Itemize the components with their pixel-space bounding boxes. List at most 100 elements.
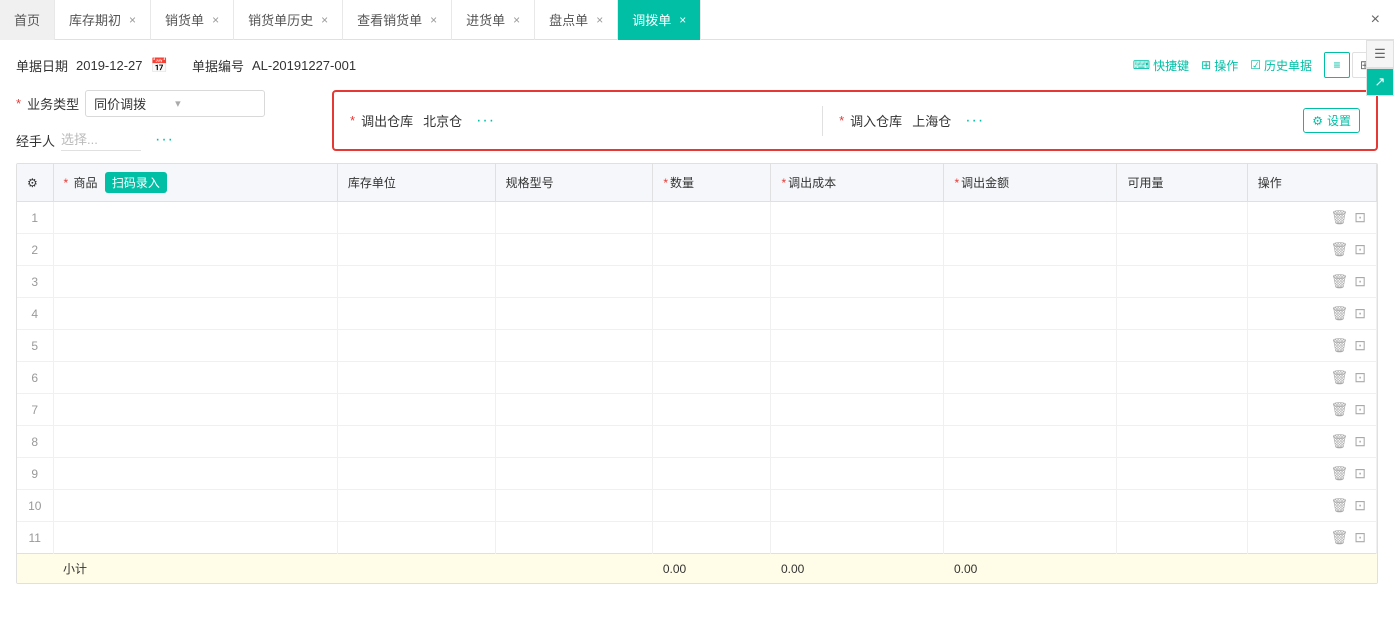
row-available[interactable] (1117, 394, 1247, 426)
copy-icon[interactable]: ⊡ (1354, 433, 1366, 450)
copy-icon[interactable]: ⊡ (1354, 369, 1366, 386)
copy-icon[interactable]: ⊡ (1354, 305, 1366, 322)
sidebar-export-icon[interactable]: ↗ (1366, 68, 1394, 96)
shortcut-btn[interactable]: ⌨ 快捷键 (1133, 57, 1189, 74)
row-product[interactable] (53, 330, 337, 362)
row-unit[interactable] (337, 490, 495, 522)
row-unit[interactable] (337, 458, 495, 490)
row-available[interactable] (1117, 490, 1247, 522)
row-unit[interactable] (337, 522, 495, 554)
row-qty[interactable] (653, 362, 771, 394)
tab-home[interactable]: 首页 (0, 0, 55, 40)
row-qty[interactable] (653, 394, 771, 426)
row-spec[interactable] (495, 490, 653, 522)
row-amount[interactable] (944, 522, 1117, 554)
row-product[interactable] (53, 266, 337, 298)
row-cost[interactable] (771, 234, 944, 266)
row-product[interactable] (53, 522, 337, 554)
row-unit[interactable] (337, 298, 495, 330)
in-warehouse-more-btn[interactable]: ··· (965, 112, 984, 130)
row-amount[interactable] (944, 362, 1117, 394)
row-qty[interactable] (653, 426, 771, 458)
row-cost[interactable] (771, 362, 944, 394)
copy-icon[interactable]: ⊡ (1354, 497, 1366, 514)
row-amount[interactable] (944, 426, 1117, 458)
row-product[interactable] (53, 426, 337, 458)
settings-btn[interactable]: ⚙ 设置 (1303, 108, 1360, 133)
delete-icon[interactable]: 🗑 (1330, 241, 1348, 258)
row-qty[interactable] (653, 234, 771, 266)
row-spec[interactable] (495, 202, 653, 234)
row-product[interactable] (53, 234, 337, 266)
row-unit[interactable] (337, 234, 495, 266)
row-cost[interactable] (771, 522, 944, 554)
copy-icon[interactable]: ⊡ (1354, 401, 1366, 418)
delete-icon[interactable]: 🗑 (1330, 401, 1348, 418)
row-available[interactable] (1117, 266, 1247, 298)
copy-icon[interactable]: ⊡ (1354, 529, 1366, 546)
person-select[interactable]: 选择... (61, 129, 141, 151)
tab-view-sales-close[interactable]: × (430, 13, 437, 27)
tab-stocktake-close[interactable]: × (596, 13, 603, 27)
copy-icon[interactable]: ⊡ (1354, 241, 1366, 258)
row-spec[interactable] (495, 458, 653, 490)
calendar-icon[interactable]: 📅 (151, 57, 168, 74)
tab-sales-history[interactable]: 销货单历史 × (234, 0, 343, 40)
row-unit[interactable] (337, 426, 495, 458)
row-amount[interactable] (944, 202, 1117, 234)
tab-transfer-close[interactable]: × (679, 13, 686, 27)
row-available[interactable] (1117, 298, 1247, 330)
row-cost[interactable] (771, 298, 944, 330)
row-cost[interactable] (771, 266, 944, 298)
tab-purchase-close[interactable]: × (513, 13, 520, 27)
row-qty[interactable] (653, 522, 771, 554)
row-spec[interactable] (495, 522, 653, 554)
row-unit[interactable] (337, 266, 495, 298)
delete-icon[interactable]: 🗑 (1330, 497, 1348, 514)
row-qty[interactable] (653, 202, 771, 234)
tab-stocktake[interactable]: 盘点单 × (535, 0, 618, 40)
row-available[interactable] (1117, 426, 1247, 458)
row-amount[interactable] (944, 266, 1117, 298)
list-view-btn[interactable]: ≡ (1324, 52, 1350, 78)
row-cost[interactable] (771, 330, 944, 362)
delete-icon[interactable]: 🗑 (1330, 305, 1348, 322)
tab-purchase[interactable]: 进货单 × (452, 0, 535, 40)
delete-icon[interactable]: 🗑 (1330, 369, 1348, 386)
row-available[interactable] (1117, 458, 1247, 490)
tab-bar-close-btn[interactable]: × (1357, 11, 1394, 29)
row-unit[interactable] (337, 362, 495, 394)
row-cost[interactable] (771, 490, 944, 522)
row-available[interactable] (1117, 522, 1247, 554)
operation-btn[interactable]: ⊞ 操作 (1201, 57, 1238, 74)
delete-icon[interactable]: 🗑 (1330, 273, 1348, 290)
copy-icon[interactable]: ⊡ (1354, 209, 1366, 226)
tab-transfer[interactable]: 调拨单 × (618, 0, 701, 40)
row-product[interactable] (53, 458, 337, 490)
delete-icon[interactable]: 🗑 (1330, 529, 1348, 546)
row-available[interactable] (1117, 202, 1247, 234)
row-qty[interactable] (653, 298, 771, 330)
row-qty[interactable] (653, 490, 771, 522)
business-type-select[interactable]: 同价调拨 ▾ (85, 90, 265, 117)
row-amount[interactable] (944, 234, 1117, 266)
row-amount[interactable] (944, 490, 1117, 522)
person-more-btn[interactable]: ··· (155, 131, 174, 149)
row-spec[interactable] (495, 330, 653, 362)
col-gear[interactable]: ⚙ (17, 164, 53, 202)
sidebar-list-icon[interactable]: ☰ (1366, 40, 1394, 68)
tab-inventory-init[interactable]: 库存期初 × (55, 0, 151, 40)
row-product[interactable] (53, 394, 337, 426)
row-amount[interactable] (944, 330, 1117, 362)
tab-sales-history-close[interactable]: × (321, 13, 328, 27)
copy-icon[interactable]: ⊡ (1354, 273, 1366, 290)
tab-inventory-init-close[interactable]: × (129, 13, 136, 27)
row-available[interactable] (1117, 362, 1247, 394)
delete-icon[interactable]: 🗑 (1330, 465, 1348, 482)
row-amount[interactable] (944, 458, 1117, 490)
row-qty[interactable] (653, 266, 771, 298)
delete-icon[interactable]: 🗑 (1330, 337, 1348, 354)
row-spec[interactable] (495, 234, 653, 266)
row-amount[interactable] (944, 394, 1117, 426)
row-unit[interactable] (337, 202, 495, 234)
